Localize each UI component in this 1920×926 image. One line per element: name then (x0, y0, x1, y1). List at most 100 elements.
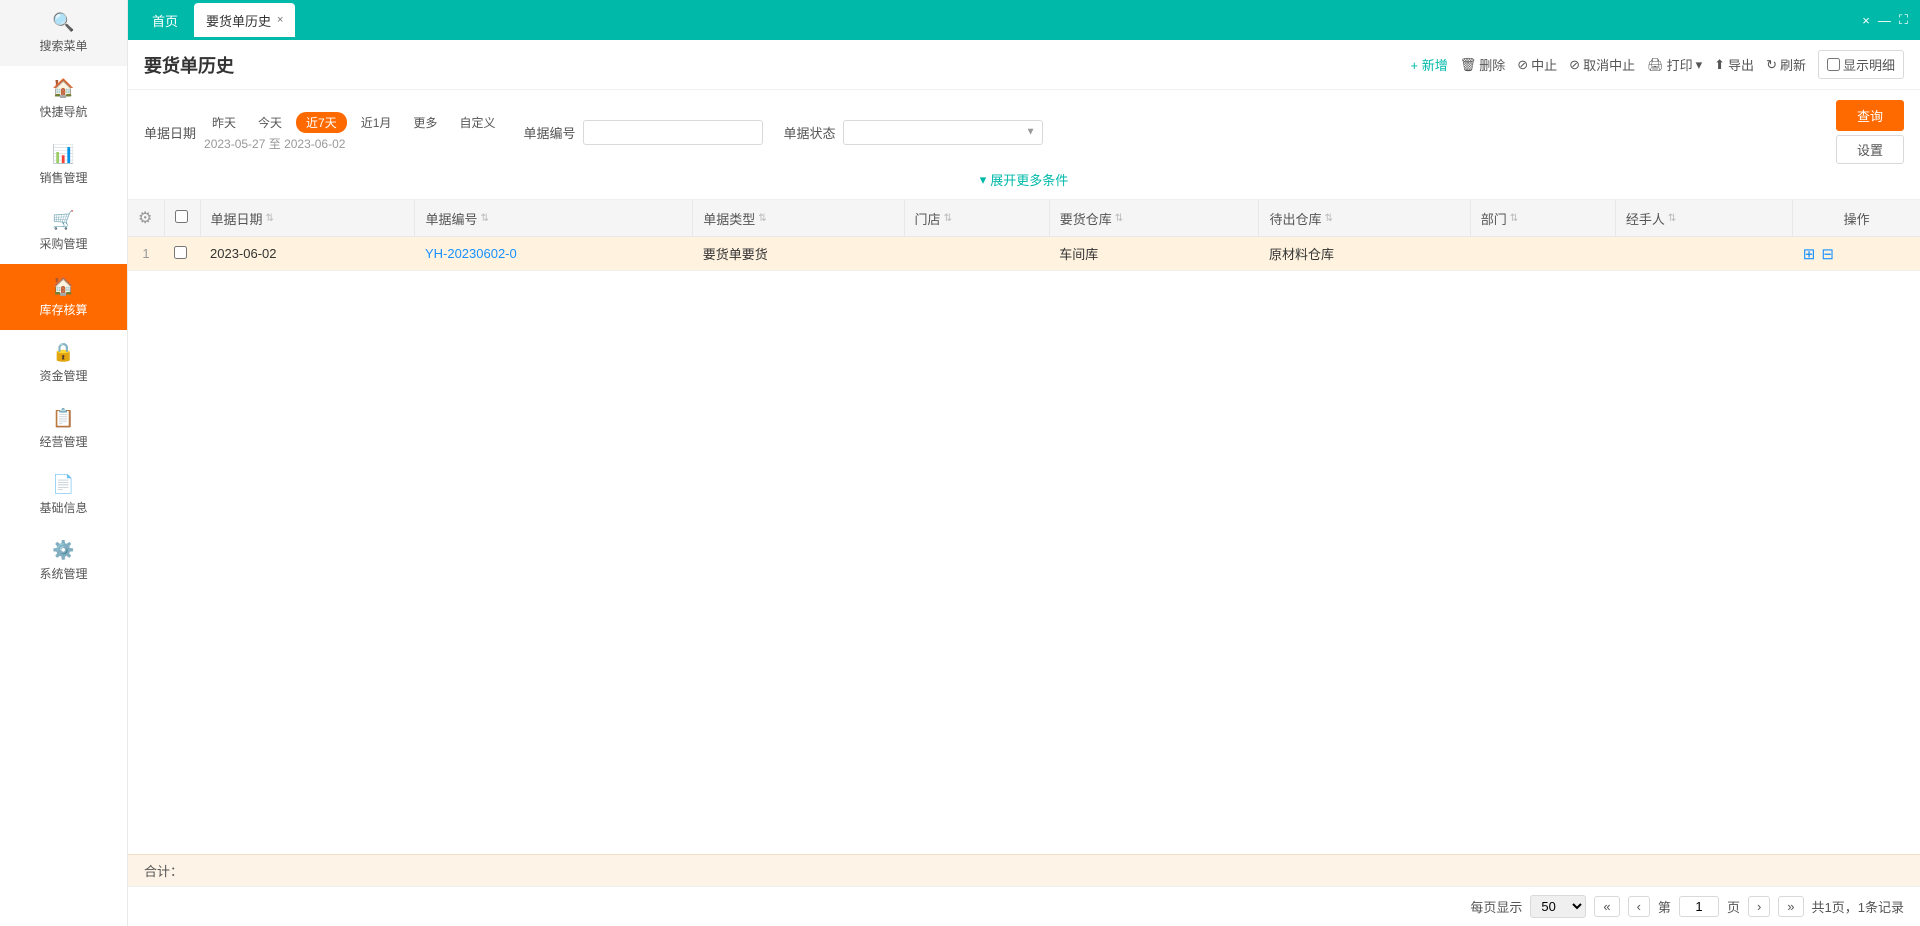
cancel-stop-button[interactable]: ⊘ 取消中止 (1569, 55, 1635, 74)
date-range-display: 2023-05-27 至 2023-06-02 (204, 135, 503, 152)
docnum-sort-icon[interactable]: ⇅ (480, 213, 488, 224)
first-page-button[interactable]: « (1594, 896, 1619, 917)
col-actions-header: 操作 (1793, 200, 1920, 237)
new-button[interactable]: + 新增 (1410, 55, 1447, 74)
sidebar-item-label: 采购管理 (39, 235, 87, 252)
sidebar-item-purchase[interactable]: 🛒 采购管理 (0, 198, 127, 264)
home-tab[interactable]: 首页 (140, 5, 190, 35)
base-info-icon: 📄 (52, 474, 74, 495)
pagination-bar: 每页显示 50 100 200 « ‹ 第 页 › » 共1页，1条记录 (128, 886, 1920, 926)
export-button[interactable]: ⬆ 导出 (1714, 55, 1754, 74)
row-docnum-link[interactable]: YH-20230602-0 (425, 246, 517, 261)
query-button[interactable]: 查询 (1836, 100, 1904, 131)
next-page-button[interactable]: › (1748, 896, 1770, 917)
home-icon: 🏠 (52, 78, 74, 99)
sidebar-item-finance[interactable]: 🔒 资金管理 (0, 330, 127, 396)
row-checkbox[interactable] (174, 246, 187, 259)
delete-icon: 🗑 (1460, 57, 1477, 73)
row-date: 2023-06-02 (200, 237, 415, 271)
filter-area: 单据日期 昨天 今天 近7天 近1月 更多 自定义 2023-05-27 至 2… (128, 90, 1920, 200)
sidebar-item-system[interactable]: ⚙️ 系统管理 (0, 528, 127, 594)
filter-actions: 查询 设置 (1836, 100, 1904, 164)
sidebar-item-label: 基础信息 (39, 499, 87, 516)
per-page-select[interactable]: 50 100 200 (1530, 895, 1586, 918)
row-edit-icon[interactable]: ⊞ (1803, 245, 1816, 263)
date-btn-more[interactable]: 更多 (405, 112, 445, 133)
sidebar-item-inventory[interactable]: 🏠 库存核算 (0, 264, 127, 330)
sidebar-item-label: 快捷导航 (39, 103, 87, 120)
footer-total: 合计： (144, 861, 183, 880)
col-department-header: 部门 ⇅ (1470, 200, 1615, 237)
row-req-warehouse: 车间库 (1049, 237, 1259, 271)
expand-more-button[interactable]: ▾ 展开更多条件 (144, 170, 1904, 189)
page-area: 要货单历史 + 新增 🗑 删除 ⊘ 中止 ⊘ 取消中止 🖨 打印 (128, 40, 1920, 926)
cancel-stop-icon: ⊘ (1569, 57, 1580, 73)
sales-icon: 📊 (52, 144, 74, 165)
col-docnum-header: 单据编号 ⇅ (415, 200, 693, 237)
col-handler-header: 经手人 ⇅ (1615, 200, 1792, 237)
date-btn-7days[interactable]: 近7天 (296, 112, 347, 133)
date-filter-label: 单据日期 (144, 123, 196, 142)
export-icon: ⬆ (1714, 57, 1725, 73)
date-btn-custom[interactable]: 自定义 (451, 112, 503, 133)
search-menu-icon: 🔍 (52, 12, 74, 33)
dept-sort-icon[interactable]: ⇅ (1510, 213, 1518, 224)
date-btn-1month[interactable]: 近1月 (353, 112, 400, 133)
row-store (904, 237, 1049, 271)
display-cell-button[interactable]: 显示明细 (1818, 50, 1904, 79)
window-minimize-button[interactable]: — (1878, 13, 1891, 28)
window-maximize-button[interactable]: ⛶ (1899, 12, 1908, 28)
page-label: 第 (1658, 897, 1671, 916)
topbar-right: × — ⛶ (1862, 12, 1908, 28)
delete-button[interactable]: 🗑 删除 (1460, 55, 1506, 74)
req-warehouse-sort-icon[interactable]: ⇅ (1115, 213, 1123, 224)
sidebar-item-sales[interactable]: 📊 销售管理 (0, 132, 127, 198)
date-btn-today[interactable]: 今天 (250, 112, 290, 133)
window-close-button[interactable]: × (1862, 13, 1870, 28)
sidebar-item-quick-nav[interactable]: 🏠 快捷导航 (0, 66, 127, 132)
close-tab-button[interactable]: × (277, 14, 283, 26)
select-all-checkbox[interactable] (175, 210, 188, 223)
sidebar-item-base-info[interactable]: 📄 基础信息 (0, 462, 127, 528)
col-store-header: 门店 ⇅ (904, 200, 1049, 237)
col-date-header: 单据日期 ⇅ (200, 200, 415, 237)
col-req-warehouse-header: 要货仓库 ⇅ (1049, 200, 1259, 237)
date-filter-options: 昨天 今天 近7天 近1月 更多 自定义 2023-05-27 至 2023-0… (204, 112, 503, 152)
row-doctype: 要货单要货 (693, 237, 904, 271)
date-buttons: 昨天 今天 近7天 近1月 更多 自定义 (204, 112, 503, 133)
prev-page-button[interactable]: ‹ (1628, 896, 1650, 917)
page-number-input[interactable] (1679, 896, 1719, 917)
expand-chevron-icon: ▾ (980, 172, 987, 188)
col-settings: ⚙ (128, 200, 164, 237)
sidebar-item-label: 库存核算 (39, 301, 87, 318)
table-settings-icon[interactable]: ⚙ (138, 210, 152, 227)
setting-button[interactable]: 设置 (1836, 135, 1904, 164)
sidebar-item-operations[interactable]: 📋 经营管理 (0, 396, 127, 462)
row-checkbox-cell (164, 237, 200, 271)
status-select-wrapper (843, 120, 1043, 145)
finance-icon: 🔒 (52, 342, 74, 363)
col-pending-warehouse-header: 待出仓库 ⇅ (1259, 200, 1470, 237)
row-department (1470, 237, 1615, 271)
stop-button[interactable]: ⊘ 中止 (1517, 55, 1557, 74)
docnum-input[interactable] (583, 120, 763, 145)
doctype-sort-icon[interactable]: ⇅ (758, 213, 766, 224)
pending-warehouse-sort-icon[interactable]: ⇅ (1324, 213, 1332, 224)
handler-sort-icon[interactable]: ⇅ (1668, 213, 1676, 224)
print-button[interactable]: 🖨 打印 ▾ (1647, 55, 1702, 74)
date-btn-yesterday[interactable]: 昨天 (204, 112, 244, 133)
docnum-filter-label: 单据编号 (523, 123, 575, 142)
sidebar-item-search-menu[interactable]: 🔍 搜索菜单 (0, 0, 127, 66)
row-delete-icon[interactable]: ⊟ (1821, 245, 1834, 263)
refresh-button[interactable]: ↻ 刷新 (1766, 55, 1806, 74)
status-select[interactable] (843, 120, 1043, 145)
row-pending-warehouse: 原材料仓库 (1259, 237, 1470, 271)
date-sort-icon[interactable]: ⇅ (266, 213, 274, 224)
last-page-button[interactable]: » (1778, 896, 1803, 917)
store-sort-icon[interactable]: ⇅ (944, 213, 952, 224)
display-cell-checkbox[interactable] (1827, 58, 1840, 71)
row-docnum: YH-20230602-0 (415, 237, 693, 271)
sidebar-item-label: 资金管理 (39, 367, 87, 384)
filter-row: 单据日期 昨天 今天 近7天 近1月 更多 自定义 2023-05-27 至 2… (144, 100, 1904, 164)
active-tab[interactable]: 要货单历史 × (194, 3, 295, 37)
